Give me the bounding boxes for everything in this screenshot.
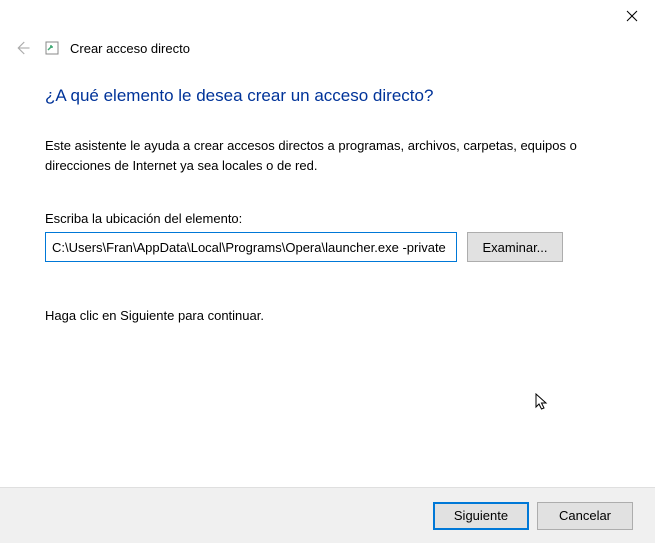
- location-label: Escriba la ubicación del elemento:: [45, 211, 610, 226]
- browse-button[interactable]: Examinar...: [467, 232, 563, 262]
- location-input[interactable]: [45, 232, 457, 262]
- cancel-button[interactable]: Cancelar: [537, 502, 633, 530]
- shortcut-wizard-icon: [44, 40, 60, 56]
- arrow-left-icon: [13, 39, 31, 57]
- cursor-icon: [535, 393, 551, 416]
- back-button: [10, 36, 34, 60]
- wizard-title: Crear acceso directo: [70, 41, 190, 56]
- input-row: Examinar...: [45, 232, 610, 262]
- close-button[interactable]: [625, 9, 639, 23]
- instruction-text: Haga clic en Siguiente para continuar.: [45, 308, 610, 323]
- titlebar: [0, 0, 655, 32]
- description-text: Este asistente le ayuda a crear accesos …: [45, 136, 605, 175]
- content-area: ¿A qué elemento le desea crear un acceso…: [0, 64, 655, 323]
- header-row: Crear acceso directo: [0, 32, 655, 64]
- footer: Siguiente Cancelar: [0, 487, 655, 543]
- page-heading: ¿A qué elemento le desea crear un acceso…: [45, 86, 610, 106]
- next-button[interactable]: Siguiente: [433, 502, 529, 530]
- close-icon: [626, 10, 638, 22]
